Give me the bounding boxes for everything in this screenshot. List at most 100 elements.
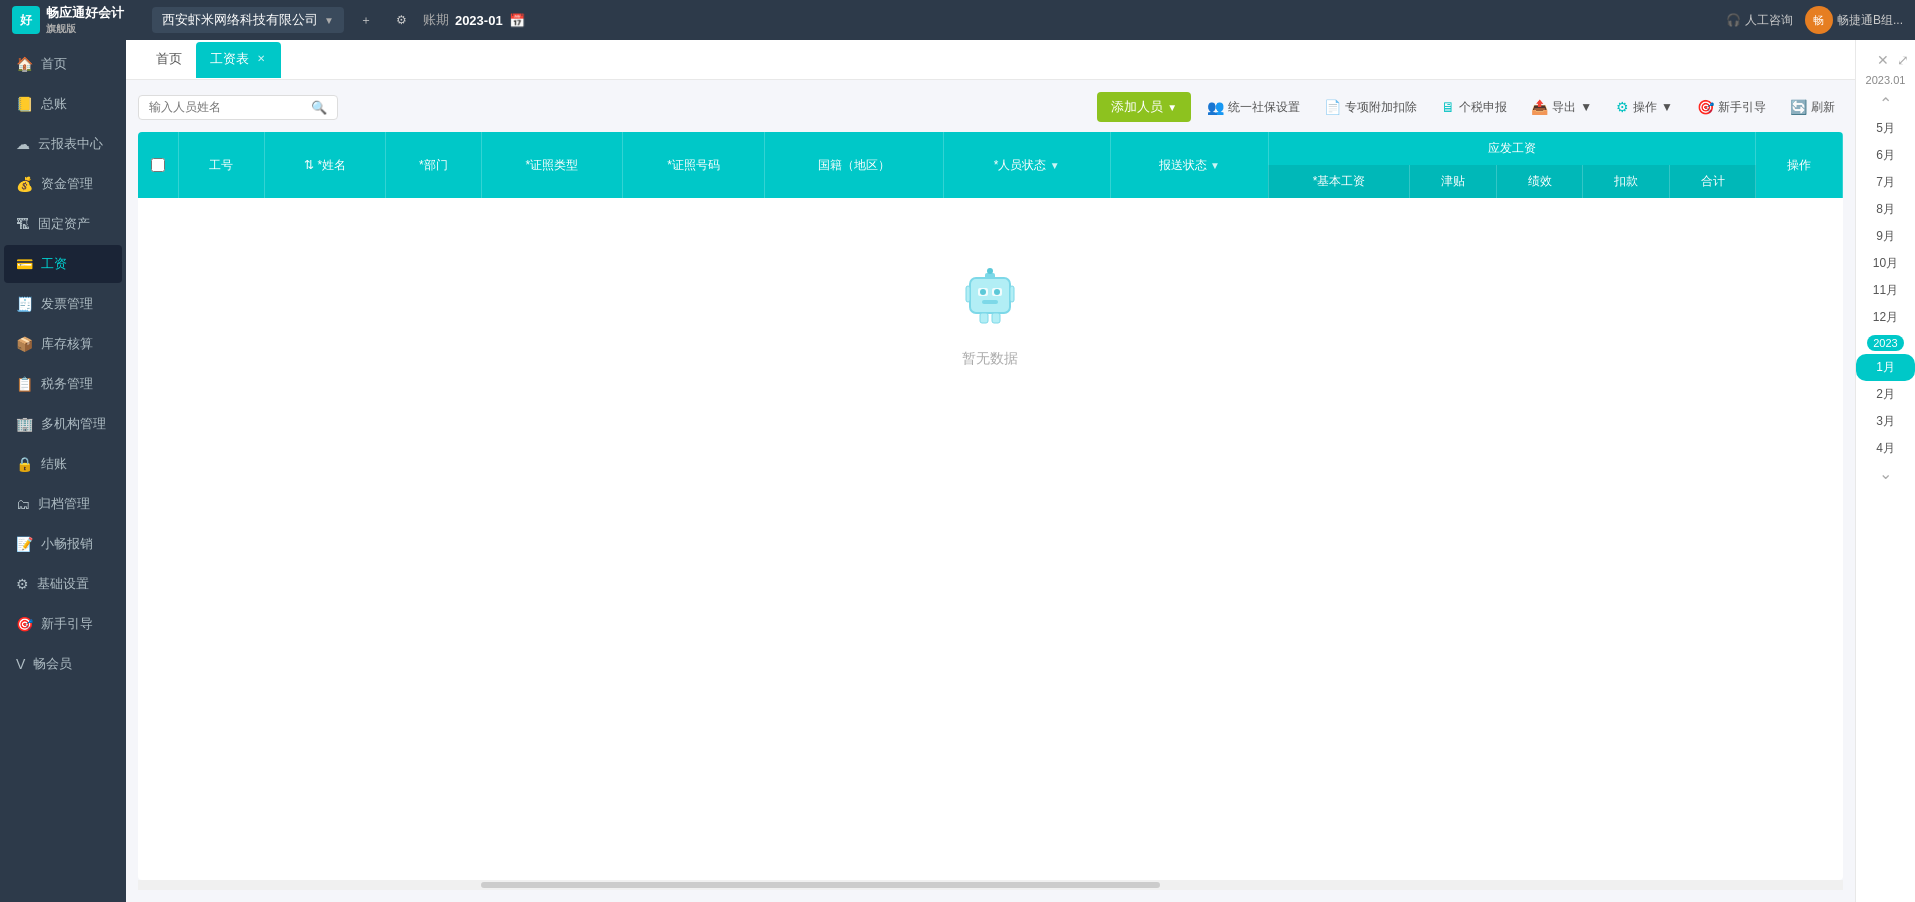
right-panel-controls: ✕ ⤢ — [1856, 48, 1915, 72]
tab-home-label: 首页 — [156, 50, 182, 68]
tab-payroll[interactable]: 工资表 ✕ — [196, 42, 281, 78]
month-item-8[interactable]: 8月 — [1856, 196, 1915, 223]
sidebar-item-member[interactable]: V 畅会员 — [4, 645, 122, 683]
close-panel-button[interactable]: ✕ — [1875, 50, 1891, 70]
service-label: 人工咨询 — [1745, 12, 1793, 29]
search-icon: 🔍 — [311, 100, 327, 115]
social-security-label: 统一社保设置 — [1228, 99, 1300, 116]
settings-icon[interactable]: ⚙ — [388, 9, 415, 31]
sidebar-item-expense[interactable]: 📝 小畅报销 — [4, 525, 122, 563]
sidebar-item-multi-org[interactable]: 🏢 多机构管理 — [4, 405, 122, 443]
sidebar-item-fixed-assets[interactable]: 🏗 固定资产 — [4, 205, 122, 243]
sidebar-item-label: 小畅报销 — [41, 535, 93, 553]
year-badge: 2023 — [1867, 335, 1903, 351]
social-security-action[interactable]: 👥 统一社保设置 — [1199, 94, 1308, 121]
new-guide-action[interactable]: 🎯 新手引导 — [1689, 94, 1774, 121]
special-deduction-label: 专项附加扣除 — [1345, 99, 1417, 116]
payroll-group-th: 应发工资 — [1268, 132, 1756, 165]
add-company-button[interactable]: ＋ — [352, 8, 380, 33]
multi-org-icon: 🏢 — [16, 416, 33, 432]
month-item-7[interactable]: 7月 — [1856, 169, 1915, 196]
calendar-icon[interactable]: 📅 — [509, 13, 525, 28]
sidebar-item-fund[interactable]: 💰 资金管理 — [4, 165, 122, 203]
month-item-10[interactable]: 10月 — [1856, 250, 1915, 277]
page-content: 🔍 添加人员 ▼ 👥 统一社保设置 📄 专项附加扣除 🖥 个税申报 — [126, 80, 1855, 902]
sidebar-item-ledger[interactable]: 📒 总账 — [4, 85, 122, 123]
month-item-mar[interactable]: 3月 — [1856, 408, 1915, 435]
svg-rect-5 — [982, 300, 998, 304]
logo-area: 好 畅应通好会计 旗舰版 — [12, 4, 124, 36]
special-deduction-action[interactable]: 📄 专项附加扣除 — [1316, 94, 1425, 121]
sidebar-item-archive[interactable]: 🗂 归档管理 — [4, 485, 122, 523]
maximize-panel-button[interactable]: ⤢ — [1895, 50, 1911, 70]
operations-label: 操作 — [1633, 99, 1657, 116]
payroll-table: 工号 ⇅ *姓名 *部门 *证照类型 *证照号码 国籍（地区） *人员状态 ▼ — [138, 132, 1843, 428]
month-item-5[interactable]: 5月 — [1856, 115, 1915, 142]
svg-point-3 — [980, 289, 986, 295]
select-all-th — [138, 132, 178, 198]
sidebar-item-invoice[interactable]: 🧾 发票管理 — [4, 285, 122, 323]
service-button[interactable]: 🎧 人工咨询 — [1726, 12, 1793, 29]
year-display: 2023 — [1866, 74, 1890, 86]
sidebar-item-payroll[interactable]: 💳 工资 — [4, 245, 122, 283]
scrollbar-thumb[interactable] — [481, 882, 1160, 888]
period-area: 账期 2023-01 📅 — [423, 11, 525, 29]
add-person-button[interactable]: 添加人员 ▼ — [1097, 92, 1191, 122]
month-item-6[interactable]: 6月 — [1856, 142, 1915, 169]
base-salary-th: *基本工资 — [1268, 165, 1410, 198]
tax-filing-action[interactable]: 🖥 个税申报 — [1433, 94, 1515, 121]
inventory-icon: 📦 — [16, 336, 33, 352]
refresh-icon: 🔄 — [1790, 99, 1807, 115]
month-item-11[interactable]: 11月 — [1856, 277, 1915, 304]
tab-close-icon[interactable]: ✕ — [255, 53, 267, 64]
horizontal-scrollbar[interactable] — [138, 880, 1843, 890]
fixed-assets-icon: 🏗 — [16, 216, 30, 232]
allowance-th: 津贴 — [1410, 165, 1497, 198]
export-action[interactable]: 📤 导出 ▼ — [1523, 94, 1600, 121]
svg-rect-9 — [992, 313, 1000, 323]
sidebar-item-cloud-report[interactable]: ☁ 云报表中心 — [4, 125, 122, 163]
emp-status-filter-icon[interactable]: ▼ — [1050, 160, 1060, 171]
month-item-jan-active[interactable]: 1月 — [1856, 354, 1915, 381]
current-period-display: 2023.01 — [1862, 72, 1910, 88]
sidebar-item-label: 资金管理 — [41, 175, 93, 193]
company-selector[interactable]: 西安虾米网络科技有限公司 ▼ — [152, 7, 344, 33]
report-status-filter-icon[interactable]: ▼ — [1210, 160, 1220, 171]
operations-action[interactable]: ⚙ 操作 ▼ — [1608, 94, 1681, 121]
sidebar-item-label: 基础设置 — [37, 575, 89, 593]
sidebar-item-settings[interactable]: ⚙ 基础设置 — [4, 565, 122, 603]
search-input[interactable] — [149, 100, 305, 114]
expense-icon: 📝 — [16, 536, 33, 552]
sidebar-item-inventory[interactable]: 📦 库存核算 — [4, 325, 122, 363]
sidebar-item-home[interactable]: 🏠 首页 — [4, 45, 122, 83]
period-suffix: .01 — [1890, 74, 1905, 86]
user-profile[interactable]: 畅 畅捷通B组... — [1805, 6, 1903, 34]
cloud-icon: ☁ — [16, 136, 30, 152]
id-no-th: *证照号码 — [623, 132, 765, 198]
prev-year-button[interactable]: ⌃ — [1856, 92, 1915, 115]
month-item-9[interactable]: 9月 — [1856, 223, 1915, 250]
id-type-th: *证照类型 — [481, 132, 623, 198]
sidebar-item-close-period[interactable]: 🔒 结账 — [4, 445, 122, 483]
sort-icon: ⇅ — [304, 158, 314, 172]
toolbar: 🔍 添加人员 ▼ 👥 统一社保设置 📄 专项附加扣除 🖥 个税申报 — [138, 92, 1843, 122]
month-item-apr[interactable]: 4月 — [1856, 435, 1915, 462]
total-th: 合计 — [1669, 165, 1756, 198]
next-year-button[interactable]: ⌄ — [1856, 462, 1915, 485]
new-guide-label: 新手引导 — [1718, 99, 1766, 116]
sidebar-item-guide[interactable]: 🎯 新手引导 — [4, 605, 122, 643]
export-dropdown-icon: ▼ — [1580, 100, 1592, 114]
select-all-checkbox[interactable] — [151, 158, 165, 172]
sidebar-item-label: 库存核算 — [41, 335, 93, 353]
right-panel: ✕ ⤢ 2023.01 ⌃ 5月 6月 7月 8月 9月 10月 11月 12月 — [1855, 40, 1915, 902]
sidebar-item-label: 固定资产 — [38, 215, 90, 233]
tab-bar: 首页 工资表 ✕ — [126, 40, 1855, 80]
social-security-icon: 👥 — [1207, 99, 1224, 115]
month-item-feb[interactable]: 2月 — [1856, 381, 1915, 408]
tab-home[interactable]: 首页 — [142, 42, 196, 78]
special-deduction-icon: 📄 — [1324, 99, 1341, 115]
refresh-action[interactable]: 🔄 刷新 — [1782, 94, 1843, 121]
dropdown-arrow-icon: ▼ — [1167, 102, 1177, 113]
month-item-12[interactable]: 12月 — [1856, 304, 1915, 331]
sidebar-item-tax[interactable]: 📋 税务管理 — [4, 365, 122, 403]
